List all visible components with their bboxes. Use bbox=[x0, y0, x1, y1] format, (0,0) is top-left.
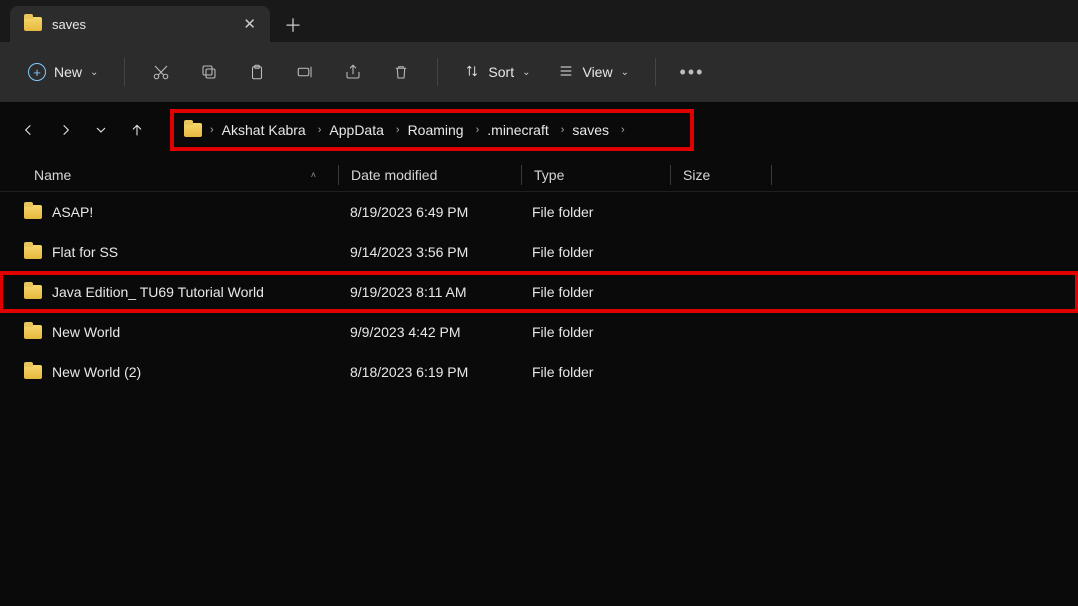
column-label: Name bbox=[34, 167, 71, 183]
breadcrumb-item[interactable]: saves› bbox=[572, 122, 628, 138]
copy-button[interactable] bbox=[189, 54, 229, 90]
breadcrumb-item[interactable]: AppData› bbox=[329, 122, 403, 138]
table-row[interactable]: New World 9/9/2023 4:42 PMFile folder bbox=[0, 312, 1078, 352]
separator bbox=[655, 58, 656, 86]
folder-icon bbox=[24, 245, 42, 259]
breadcrumb-sep: › bbox=[206, 124, 218, 136]
toolbar: + New ⌄ Sort ⌄ View ⌄ ••• bbox=[0, 42, 1078, 102]
tab-bar: saves ✕ ＋ bbox=[0, 0, 1078, 42]
breadcrumb-label: AppData bbox=[329, 122, 383, 138]
rename-button[interactable] bbox=[285, 54, 325, 90]
plus-circle-icon: + bbox=[28, 63, 46, 81]
new-button-label: New bbox=[54, 64, 82, 80]
breadcrumb-label: Akshat Kabra bbox=[222, 122, 306, 138]
cell-date: 8/19/2023 6:49 PM bbox=[338, 204, 520, 220]
cell-date: 9/19/2023 8:11 AM bbox=[338, 284, 520, 300]
column-label: Date modified bbox=[351, 167, 437, 183]
view-button[interactable]: View ⌄ bbox=[548, 57, 638, 88]
folder-icon bbox=[24, 205, 42, 219]
column-label: Size bbox=[683, 167, 710, 183]
file-name: Flat for SS bbox=[52, 244, 118, 260]
view-icon bbox=[558, 63, 574, 82]
share-button[interactable] bbox=[333, 54, 373, 90]
tab-saves[interactable]: saves ✕ bbox=[10, 6, 270, 42]
tab-title: saves bbox=[52, 17, 233, 32]
cell-type: File folder bbox=[520, 244, 668, 260]
column-divider bbox=[771, 165, 772, 185]
folder-icon bbox=[184, 123, 202, 137]
table-row[interactable]: Java Edition_ TU69 Tutorial World 9/19/20… bbox=[0, 272, 1078, 312]
column-date[interactable]: Date modified bbox=[339, 167, 521, 183]
breadcrumb-label: Roaming bbox=[408, 122, 464, 138]
new-tab-button[interactable]: ＋ bbox=[276, 8, 310, 42]
sort-asc-icon: ˄ bbox=[311, 170, 316, 180]
column-name[interactable]: Name ˄ bbox=[0, 167, 338, 183]
new-button[interactable]: + New ⌄ bbox=[18, 57, 108, 87]
cell-name: Flat for SS bbox=[0, 244, 338, 260]
separator bbox=[124, 58, 125, 86]
table-row[interactable]: ASAP! 8/19/2023 6:49 PMFile folder bbox=[0, 192, 1078, 232]
column-size[interactable]: Size bbox=[671, 167, 771, 183]
folder-icon bbox=[24, 365, 42, 379]
breadcrumb-label: saves bbox=[572, 122, 609, 138]
cell-type: File folder bbox=[520, 364, 668, 380]
cut-button[interactable] bbox=[141, 54, 181, 90]
delete-button[interactable] bbox=[381, 54, 421, 90]
breadcrumb-item[interactable]: .minecraft› bbox=[487, 122, 568, 138]
file-name: Java Edition_ TU69 Tutorial World bbox=[52, 284, 264, 300]
file-name: New World bbox=[52, 324, 120, 340]
table-row[interactable]: New World (2) 8/18/2023 6:19 PMFile folde… bbox=[0, 352, 1078, 392]
file-list: ASAP!8/19/2023 6:49 PMFile folderFlat fo… bbox=[0, 192, 1078, 392]
back-button[interactable] bbox=[14, 115, 44, 145]
sort-label: Sort bbox=[488, 64, 514, 80]
file-name: New World (2) bbox=[52, 364, 141, 380]
close-tab-icon[interactable]: ✕ bbox=[243, 15, 256, 33]
cell-type: File folder bbox=[520, 284, 668, 300]
table-row[interactable]: Flat for SS 9/14/2023 3:56 PMFile folder bbox=[0, 232, 1078, 272]
cell-type: File folder bbox=[520, 204, 668, 220]
forward-button[interactable] bbox=[50, 115, 80, 145]
chevron-down-icon: ⌄ bbox=[522, 67, 530, 78]
nav-row: › Akshat Kabra› AppData› Roaming› .minec… bbox=[0, 102, 1078, 158]
chevron-down-icon: ⌄ bbox=[90, 67, 98, 78]
cell-name: New World bbox=[0, 324, 338, 340]
cell-date: 9/14/2023 3:56 PM bbox=[338, 244, 520, 260]
separator bbox=[437, 58, 438, 86]
breadcrumb[interactable]: › Akshat Kabra› AppData› Roaming› .minec… bbox=[170, 109, 694, 151]
cell-name: ASAP! bbox=[0, 204, 338, 220]
breadcrumb-label: .minecraft bbox=[487, 122, 548, 138]
file-name: ASAP! bbox=[52, 204, 93, 220]
breadcrumb-item[interactable]: Roaming› bbox=[408, 122, 484, 138]
cell-date: 9/9/2023 4:42 PM bbox=[338, 324, 520, 340]
view-label: View bbox=[582, 64, 612, 80]
column-label: Type bbox=[534, 167, 564, 183]
chevron-down-icon: ⌄ bbox=[621, 67, 629, 78]
sort-button[interactable]: Sort ⌄ bbox=[454, 57, 540, 88]
breadcrumb-item[interactable]: Akshat Kabra› bbox=[222, 122, 326, 138]
folder-icon bbox=[24, 325, 42, 339]
cell-date: 8/18/2023 6:19 PM bbox=[338, 364, 520, 380]
up-button[interactable] bbox=[122, 115, 152, 145]
more-button[interactable]: ••• bbox=[672, 54, 712, 90]
column-headers: Name ˄ Date modified Type Size bbox=[0, 158, 1078, 192]
folder-icon bbox=[24, 285, 42, 299]
sort-icon bbox=[464, 63, 480, 82]
cell-name: New World (2) bbox=[0, 364, 338, 380]
recent-button[interactable] bbox=[86, 115, 116, 145]
cell-name: Java Edition_ TU69 Tutorial World bbox=[0, 284, 338, 300]
cell-type: File folder bbox=[520, 324, 668, 340]
folder-icon bbox=[24, 17, 42, 31]
paste-button[interactable] bbox=[237, 54, 277, 90]
column-type[interactable]: Type bbox=[522, 167, 670, 183]
